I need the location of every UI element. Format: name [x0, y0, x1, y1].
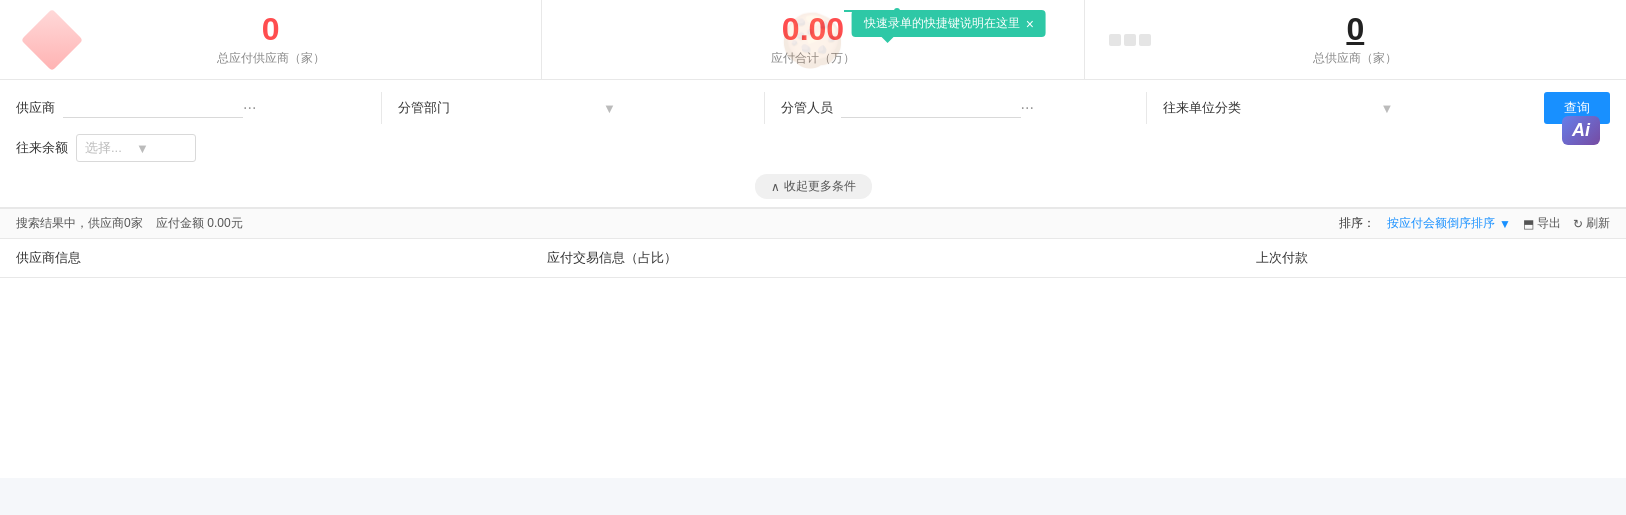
unit-category-label: 往来单位分类: [1163, 99, 1241, 117]
filter-supplier: 供应商 ···: [16, 92, 382, 124]
summary-bar: 0 总应付供应商（家） 🍪 0.00 应付合计（万） 快速录单的快捷键说明在这里…: [0, 0, 1626, 80]
diamond-icon: [30, 18, 74, 62]
unit-category-chevron: ▼: [1380, 101, 1512, 116]
department-chevron: ▼: [603, 101, 748, 116]
filter-row-1: 供应商 ··· 分管部门 ▼ 分管人员 ··· 往来单位分类 ▼: [16, 92, 1610, 124]
filter-unit-category: 往来单位分类 ▼: [1147, 92, 1528, 124]
sort-chevron: ▼: [1499, 217, 1511, 231]
balance-label: 往来余额: [16, 139, 68, 157]
department-select[interactable]: ▼: [458, 101, 747, 116]
table-col-transaction-info: 应付交易信息（占比）: [547, 249, 1255, 267]
filter-manager: 分管人员 ···: [765, 92, 1147, 124]
balance-placeholder: 选择...: [85, 139, 136, 157]
sort-value: 按应付会额倒序排序: [1387, 215, 1495, 232]
filter-row-2: 往来余额 选择... ▼: [16, 134, 1610, 162]
results-info: 搜索结果中，供应商0家 应付金额 0.00元: [16, 215, 243, 232]
table-body: [0, 278, 1626, 478]
unit-category-select[interactable]: ▼: [1249, 101, 1512, 116]
collapse-button[interactable]: ∧ 收起更多条件: [755, 174, 872, 199]
filter-department: 分管部门 ▼: [382, 92, 764, 124]
refresh-label: 刷新: [1586, 215, 1610, 232]
grid-icon: [1109, 34, 1151, 46]
table-header: 供应商信息 应付交易信息（占比） 上次付款: [0, 239, 1626, 278]
supplier-label: 供应商: [16, 99, 55, 117]
summary-card-total-suppliers: 0 总供应商（家）: [1085, 0, 1626, 79]
total-suppliers-number: 0: [1346, 12, 1364, 47]
supplier-dots[interactable]: ···: [243, 99, 256, 117]
payable-total-number: 0.00: [782, 12, 844, 47]
department-label: 分管部门: [398, 99, 450, 117]
manager-input[interactable]: [841, 98, 1021, 118]
table-col-supplier-info: 供应商信息: [16, 249, 547, 267]
collapse-chevron-up: ∧: [771, 180, 780, 194]
sort-label: 排序：: [1339, 215, 1375, 232]
results-text: 搜索结果中，供应商0家: [16, 216, 143, 230]
filter-balance: 往来余额 选择... ▼: [16, 134, 196, 162]
export-icon: ⬒: [1523, 217, 1534, 231]
balance-select[interactable]: 选择... ▼: [76, 134, 196, 162]
sort-select[interactable]: 按应付会额倒序排序 ▼: [1387, 215, 1511, 232]
results-actions: 排序： 按应付会额倒序排序 ▼ ⬒ 导出 ↻ 刷新: [1339, 215, 1610, 232]
collapse-label: 收起更多条件: [784, 178, 856, 195]
export-label: 导出: [1537, 215, 1561, 232]
total-payable-suppliers-label: 总应付供应商（家）: [217, 50, 325, 67]
payable-total-label: 应付合计（万）: [771, 50, 855, 67]
tooltip-text: 快速录单的快捷键说明在这里: [864, 15, 1020, 32]
ai-badge[interactable]: Ai: [1562, 116, 1600, 145]
refresh-button[interactable]: ↻ 刷新: [1573, 215, 1610, 232]
balance-chevron: ▼: [136, 141, 187, 156]
supplier-input[interactable]: [63, 98, 243, 118]
export-button[interactable]: ⬒ 导出: [1523, 215, 1561, 232]
collapse-btn-wrapper: ∧ 收起更多条件: [16, 170, 1610, 207]
tooltip-container: 快速录单的快捷键说明在这里 ×: [840, 6, 902, 16]
tooltip-bubble: 快速录单的快捷键说明在这里 ×: [852, 10, 1046, 37]
total-suppliers-label: 总供应商（家）: [1313, 50, 1397, 67]
results-amount: 应付金额 0.00元: [156, 216, 243, 230]
refresh-icon: ↻: [1573, 217, 1583, 231]
results-bar: 搜索结果中，供应商0家 应付金额 0.00元 排序： 按应付会额倒序排序 ▼ ⬒…: [0, 208, 1626, 239]
table-col-last-payment: 上次付款: [1256, 249, 1610, 267]
manager-label: 分管人员: [781, 99, 833, 117]
total-payable-suppliers-number: 0: [262, 12, 280, 47]
manager-dots[interactable]: ···: [1021, 99, 1034, 117]
summary-card-payable-total: 🍪 0.00 应付合计（万） 快速录单的快捷键说明在这里 ×: [542, 0, 1084, 79]
tooltip-close[interactable]: ×: [1026, 17, 1034, 31]
filter-bar: 供应商 ··· 分管部门 ▼ 分管人员 ··· 往来单位分类 ▼: [0, 80, 1626, 208]
summary-card-payable-suppliers: 0 总应付供应商（家）: [0, 0, 542, 79]
